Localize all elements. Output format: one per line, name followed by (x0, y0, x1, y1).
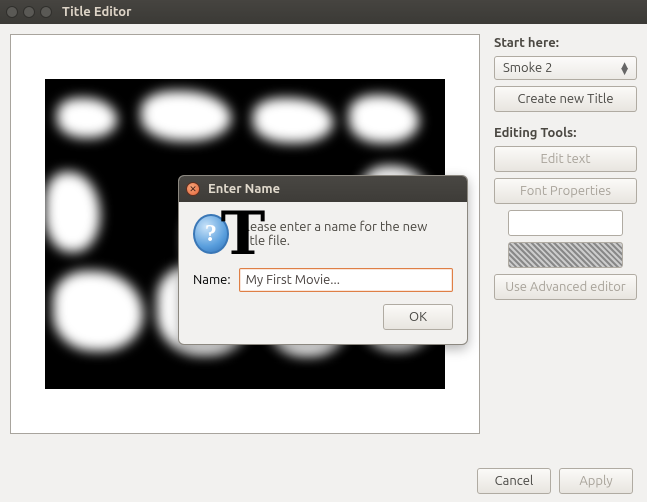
preset-value: Smoke 2 (503, 61, 552, 75)
ok-button[interactable]: OK (383, 304, 453, 330)
editing-tools-label: Editing Tools: (494, 126, 637, 140)
create-title-button[interactable]: Create new Title (494, 86, 637, 112)
close-icon[interactable] (6, 6, 18, 18)
window-controls (6, 6, 52, 18)
window-title: Title Editor (62, 5, 131, 19)
preview-text: T (221, 199, 270, 269)
name-input[interactable] (239, 268, 453, 292)
name-label: Name: (193, 273, 231, 287)
main-titlebar: Title Editor (0, 0, 647, 24)
sidebar: Start here: Smoke 2 ▲▼ Create new Title … (494, 34, 637, 434)
chevron-updown-icon: ▲▼ (621, 62, 628, 74)
apply-button: Apply (559, 468, 633, 494)
font-properties-button: Font Properties (494, 178, 637, 204)
maximize-icon[interactable] (40, 6, 52, 18)
preset-select[interactable]: Smoke 2 ▲▼ (494, 56, 637, 80)
dialog-message: Please enter a name for the new Title fi… (239, 220, 453, 248)
minimize-icon[interactable] (23, 6, 35, 18)
dialog-footer-main: Cancel Apply (477, 468, 633, 494)
advanced-editor-button: Use Advanced editor (494, 274, 637, 300)
dialog-title: Enter Name (208, 182, 280, 196)
background-swatch (508, 242, 623, 268)
close-icon[interactable]: ✕ (186, 182, 200, 196)
edit-text-button: Edit text (494, 146, 637, 172)
font-color-swatch (508, 210, 623, 236)
start-here-label: Start here: (494, 36, 637, 50)
cancel-button[interactable]: Cancel (477, 468, 551, 494)
